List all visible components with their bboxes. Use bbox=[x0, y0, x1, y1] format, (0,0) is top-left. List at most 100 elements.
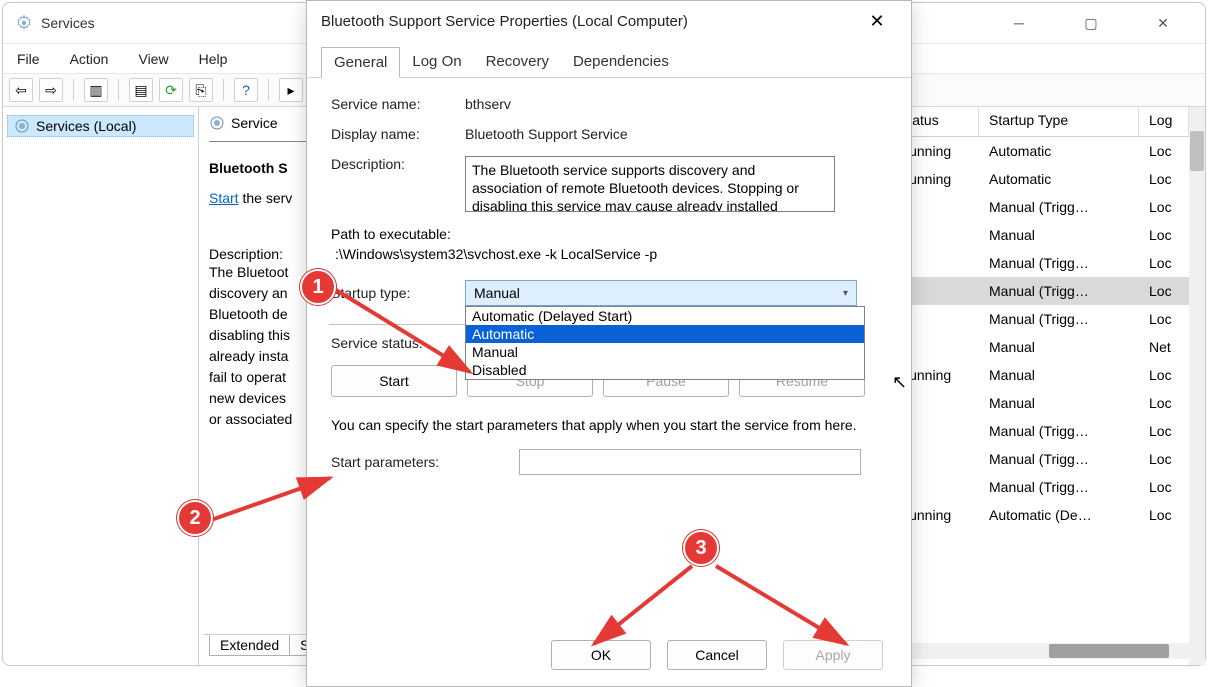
refresh-button[interactable]: ⟳ bbox=[159, 78, 183, 102]
list-rows[interactable]: RunningAutomaticLocRunningAutomaticLocMa… bbox=[889, 137, 1189, 529]
tab-logon[interactable]: Log On bbox=[400, 47, 473, 77]
cell-startup: Automatic bbox=[979, 141, 1139, 161]
start-link[interactable]: Start bbox=[209, 190, 239, 206]
table-row[interactable]: Manual (Trigg…Loc bbox=[889, 249, 1189, 277]
display-name-label: Display name: bbox=[331, 126, 465, 142]
annotation-arrow bbox=[205, 470, 345, 530]
tree-pane: Services (Local) bbox=[3, 107, 199, 665]
separator bbox=[268, 79, 269, 101]
cell-startup: Manual (Trigg… bbox=[979, 253, 1139, 273]
cell-logon: Loc bbox=[1139, 253, 1189, 273]
col-startup[interactable]: Startup Type bbox=[979, 107, 1139, 136]
service-name-label: Service name: bbox=[331, 96, 465, 112]
start-params-input[interactable] bbox=[519, 449, 861, 475]
menu-file[interactable]: File bbox=[17, 51, 40, 67]
gear-icon bbox=[14, 118, 30, 134]
tab-general[interactable]: General bbox=[321, 47, 400, 78]
cell-startup: Manual bbox=[979, 337, 1139, 357]
description-box[interactable]: The Bluetooth service supports discovery… bbox=[465, 156, 835, 212]
help-button[interactable]: ? bbox=[234, 78, 258, 102]
table-row[interactable]: RunningAutomatic (De…Loc bbox=[889, 501, 1189, 529]
cell-startup: Manual (Trigg… bbox=[979, 197, 1139, 217]
dialog-title: Bluetooth Support Service Properties (Lo… bbox=[321, 13, 857, 30]
vertical-scrollbar[interactable] bbox=[1189, 107, 1205, 665]
cell-logon: Loc bbox=[1139, 197, 1189, 217]
menu-view[interactable]: View bbox=[138, 51, 168, 67]
scroll-thumb[interactable] bbox=[1190, 131, 1204, 171]
back-button[interactable]: ⇦ bbox=[9, 78, 33, 102]
table-row[interactable]: ManualNet bbox=[889, 333, 1189, 361]
cell-logon: Loc bbox=[1139, 309, 1189, 329]
dropdown-selected: Manual bbox=[474, 285, 843, 301]
cell-logon: Loc bbox=[1139, 393, 1189, 413]
minimize-button[interactable]: ─ bbox=[997, 8, 1041, 38]
dropdown-option[interactable]: Automatic (Delayed Start) bbox=[466, 307, 864, 325]
display-name-value: Bluetooth Support Service bbox=[465, 126, 887, 142]
show-hide-button[interactable]: ▥ bbox=[84, 78, 108, 102]
cell-logon: Loc bbox=[1139, 505, 1189, 525]
table-row[interactable]: Manual (Trigg…Loc bbox=[889, 417, 1189, 445]
cell-startup: Automatic bbox=[979, 169, 1139, 189]
tab-recovery[interactable]: Recovery bbox=[474, 47, 561, 77]
detail-header-text: Service bbox=[231, 115, 278, 131]
path-value: :\Windows\system32\svchost.exe -k LocalS… bbox=[331, 246, 887, 262]
annotation-badge-1: 1 bbox=[300, 269, 336, 305]
cell-startup: Manual bbox=[979, 393, 1139, 413]
forward-button[interactable]: ⇨ bbox=[39, 78, 63, 102]
cell-logon: Loc bbox=[1139, 421, 1189, 441]
cell-logon: Loc bbox=[1139, 225, 1189, 245]
cell-logon: Loc bbox=[1139, 281, 1189, 301]
table-row[interactable]: Manual (Trigg…Loc bbox=[889, 445, 1189, 473]
cell-startup: Manual (Trigg… bbox=[979, 309, 1139, 329]
start-text: the serv bbox=[239, 190, 293, 206]
table-row[interactable]: ManualLoc bbox=[889, 221, 1189, 249]
cell-logon: Loc bbox=[1139, 449, 1189, 469]
col-logon[interactable]: Log bbox=[1139, 107, 1189, 136]
separator bbox=[223, 79, 224, 101]
table-row[interactable]: ManualLoc bbox=[889, 389, 1189, 417]
cell-startup: Automatic (De… bbox=[979, 505, 1139, 525]
close-button[interactable]: ✕ bbox=[1141, 8, 1185, 38]
table-row[interactable]: RunningManualLoc bbox=[889, 361, 1189, 389]
cell-logon: Loc bbox=[1139, 477, 1189, 497]
cell-logon: Loc bbox=[1139, 365, 1189, 385]
table-row[interactable]: RunningAutomaticLoc bbox=[889, 137, 1189, 165]
properties-button[interactable]: ▤ bbox=[129, 78, 153, 102]
table-row[interactable]: Manual (Trigg…Loc bbox=[889, 277, 1189, 305]
dropdown-list[interactable]: Automatic (Delayed Start)AutomaticManual… bbox=[465, 306, 865, 380]
table-row[interactable]: Manual (Trigg…Loc bbox=[889, 305, 1189, 333]
chevron-down-icon: ▾ bbox=[843, 288, 848, 299]
cell-startup: Manual bbox=[979, 225, 1139, 245]
cell-logon: Loc bbox=[1139, 169, 1189, 189]
tree-root[interactable]: Services (Local) bbox=[7, 115, 194, 137]
separator bbox=[118, 79, 119, 101]
separator bbox=[73, 79, 74, 101]
dropdown-option[interactable]: Manual bbox=[466, 343, 864, 361]
startup-type-dropdown[interactable]: Manual ▾ Automatic (Delayed Start)Automa… bbox=[465, 280, 857, 306]
menu-help[interactable]: Help bbox=[199, 51, 228, 67]
annotation-arrow bbox=[582, 560, 722, 660]
table-row[interactable]: Manual (Trigg…Loc bbox=[889, 193, 1189, 221]
cell-logon: Net bbox=[1139, 337, 1189, 357]
start-params-label: Start parameters: bbox=[331, 454, 517, 470]
cell-startup: Manual (Trigg… bbox=[979, 477, 1139, 497]
description-label: Description: bbox=[331, 156, 465, 172]
scroll-thumb[interactable] bbox=[1049, 644, 1169, 658]
dropdown-option[interactable]: Disabled bbox=[466, 361, 864, 379]
table-row[interactable]: Manual (Trigg…Loc bbox=[889, 473, 1189, 501]
dropdown-option[interactable]: Automatic bbox=[466, 325, 864, 343]
table-row[interactable]: RunningAutomaticLoc bbox=[889, 165, 1189, 193]
maximize-button[interactable]: ▢ bbox=[1069, 8, 1113, 38]
menu-action[interactable]: Action bbox=[70, 51, 109, 67]
extra-button[interactable]: ▸ bbox=[279, 78, 303, 102]
cell-startup: Manual (Trigg… bbox=[979, 449, 1139, 469]
export-button[interactable]: ⎘ bbox=[189, 78, 213, 102]
path-label: Path to executable: bbox=[331, 226, 887, 242]
tab-dependencies[interactable]: Dependencies bbox=[561, 47, 681, 77]
annotation-badge-2: 2 bbox=[177, 500, 213, 536]
cell-startup: Manual bbox=[979, 365, 1139, 385]
tab-extended[interactable]: Extended bbox=[209, 635, 290, 656]
close-icon[interactable]: ✕ bbox=[857, 6, 897, 36]
cell-startup: Manual (Trigg… bbox=[979, 281, 1139, 301]
list-header: Status Startup Type Log bbox=[889, 107, 1189, 137]
